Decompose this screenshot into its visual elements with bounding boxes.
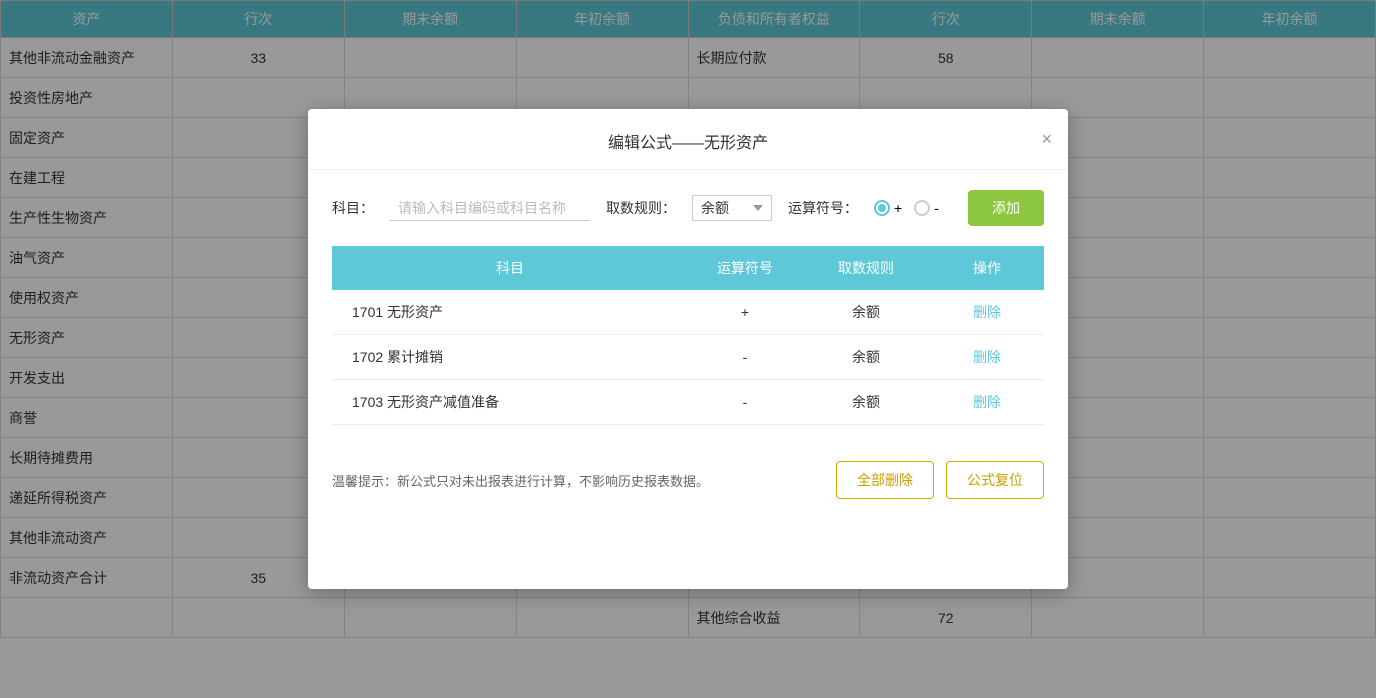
- formula-action-2: 删除: [930, 380, 1044, 425]
- formula-operator-2: -: [688, 380, 802, 425]
- reset-formula-button[interactable]: 公式复位: [946, 461, 1044, 499]
- dialog-body: 科目： 取数规则： 余额 借方 贷方 运算符号： +: [308, 170, 1068, 445]
- formula-table: 科目 运算符号 取数规则 操作 1701 无形资产+余额删除1702 累计摊销-…: [332, 246, 1044, 425]
- formula-action-1: 删除: [930, 335, 1044, 380]
- formula-row-0: 1701 无形资产+余额 删除: [332, 290, 1044, 335]
- dialog-footer: 温馨提示：新公式只对未出报表进行计算，不影响历史报表数据。 全部删除 公式复位: [308, 445, 1068, 499]
- col-action: 操作: [930, 246, 1044, 290]
- col-operator: 运算符号: [688, 246, 802, 290]
- radio-plus[interactable]: +: [874, 200, 902, 216]
- formula-rule-1: 余额: [802, 335, 930, 380]
- formula-rule-2: 余额: [802, 380, 930, 425]
- dialog-header: 编辑公式——无形资产 ×: [308, 109, 1068, 170]
- hint-text: 温馨提示：新公式只对未出报表进行计算，不影响历史报表数据。: [332, 471, 709, 490]
- formula-subject-2: 1703 无形资产减值准备: [332, 380, 688, 425]
- formula-row-2: 1703 无形资产减值准备-余额 删除: [332, 380, 1044, 425]
- formula-action-0: 删除: [930, 290, 1044, 335]
- edit-formula-dialog: 编辑公式——无形资产 × 科目： 取数规则： 余额 借方 贷方 运算符号：: [308, 109, 1068, 589]
- dialog-title: 编辑公式——无形资产: [608, 135, 768, 152]
- formula-subject-0: 1701 无形资产: [332, 290, 688, 335]
- formula-row-1: 1702 累计摊销-余额 删除: [332, 335, 1044, 380]
- subject-input[interactable]: [390, 196, 590, 221]
- rule-select-wrapper: 余额 借方 贷方: [692, 195, 772, 221]
- add-button[interactable]: 添加: [968, 190, 1044, 226]
- modal-overlay: 编辑公式——无形资产 × 科目： 取数规则： 余额 借方 贷方 运算符号：: [0, 0, 1376, 698]
- subject-label: 科目：: [332, 198, 374, 218]
- formula-operator-1: -: [688, 335, 802, 380]
- delete-link-2[interactable]: 删除: [973, 394, 1001, 410]
- radio-plus-circle: [874, 200, 890, 216]
- formula-operator-0: +: [688, 290, 802, 335]
- col-rule: 取数规则: [802, 246, 930, 290]
- delete-all-button[interactable]: 全部删除: [836, 461, 934, 499]
- radio-minus[interactable]: -: [914, 200, 939, 216]
- col-subject: 科目: [332, 246, 688, 290]
- operator-label: 运算符号：: [788, 198, 858, 218]
- rule-select[interactable]: 余额 借方 贷方: [692, 195, 772, 221]
- formula-subject-1: 1702 累计摊销: [332, 335, 688, 380]
- formula-rule-0: 余额: [802, 290, 930, 335]
- radio-minus-circle: [914, 200, 930, 216]
- footer-buttons: 全部删除 公式复位: [836, 461, 1044, 499]
- delete-link-1[interactable]: 删除: [973, 349, 1001, 365]
- operator-radio-group: + -: [874, 200, 939, 216]
- delete-link-0[interactable]: 删除: [973, 304, 1001, 320]
- radio-minus-label: -: [934, 200, 939, 216]
- close-button[interactable]: ×: [1041, 130, 1052, 148]
- radio-plus-label: +: [894, 200, 902, 216]
- rule-label: 取数规则：: [606, 198, 676, 218]
- form-row: 科目： 取数规则： 余额 借方 贷方 运算符号： +: [332, 190, 1044, 226]
